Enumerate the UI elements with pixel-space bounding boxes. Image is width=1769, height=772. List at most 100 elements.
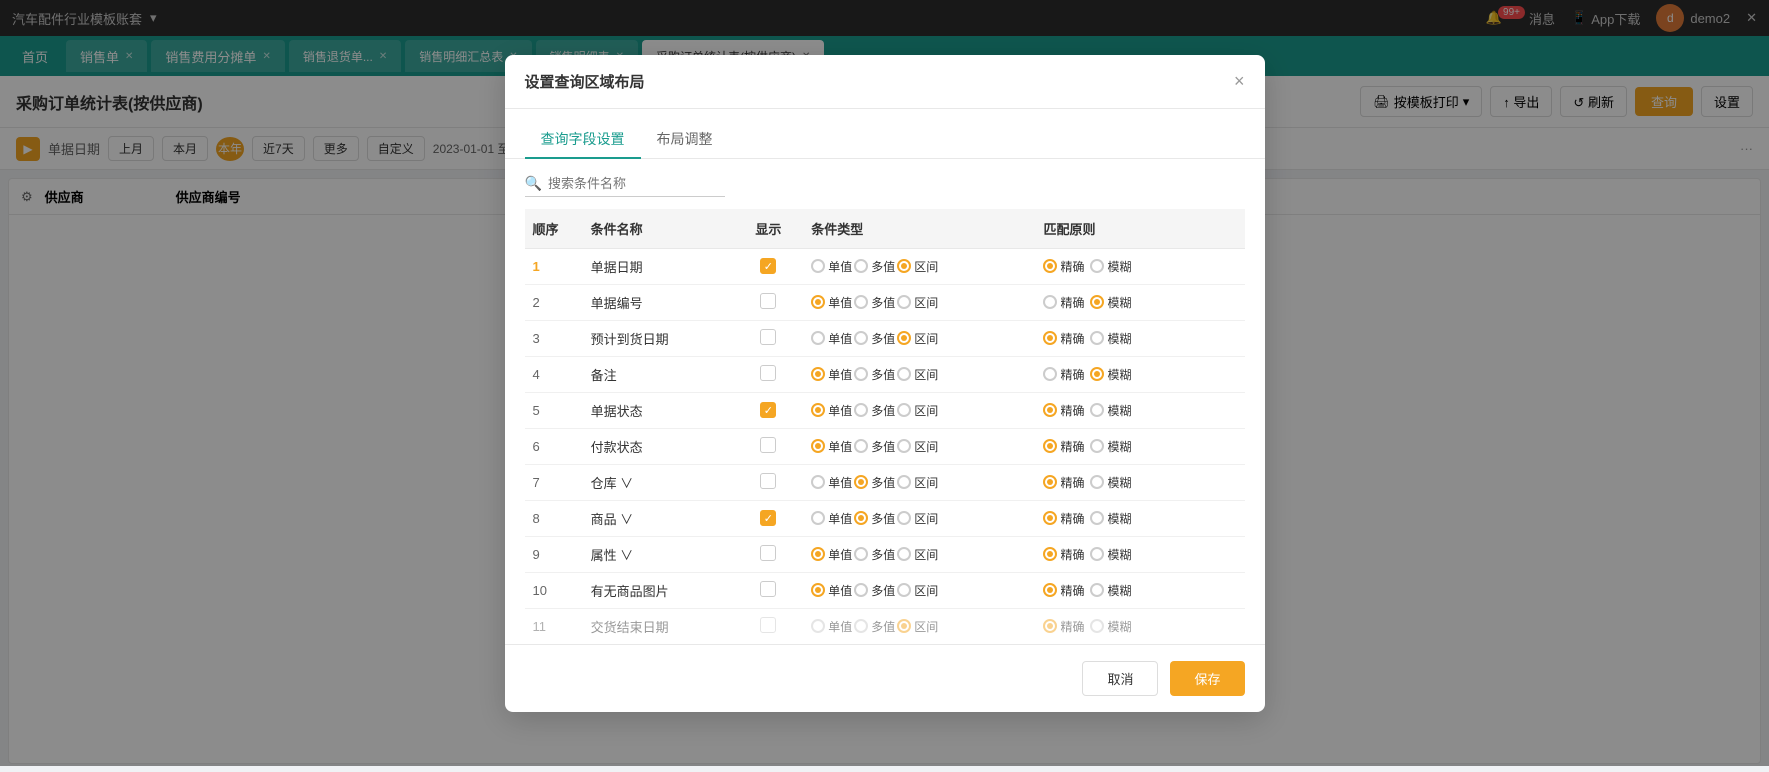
display-cell[interactable] xyxy=(734,356,804,392)
type-radio-type_range[interactable]: 区间 xyxy=(897,474,938,491)
type-radio-type_multi[interactable]: 多值 xyxy=(854,582,895,599)
type-radio-type_single[interactable]: 单值 xyxy=(811,366,852,383)
display-checkbox[interactable] xyxy=(760,545,776,561)
match-radio-match_fuzzy[interactable]: 模糊 xyxy=(1090,258,1131,275)
type-radio-type_single[interactable]: 单值 xyxy=(811,474,852,491)
radio-dot xyxy=(854,259,868,273)
condition-type-group: 单值多值区间 xyxy=(811,510,1027,527)
display-checkbox[interactable] xyxy=(760,293,776,309)
dialog-tabs: 查询字段设置 布局调整 xyxy=(505,109,1265,159)
cancel-button[interactable]: 取消 xyxy=(1082,661,1158,696)
name-cell: 仓库 ∨ xyxy=(583,464,734,500)
radio-label: 多值 xyxy=(871,618,895,635)
type-radio-type_multi[interactable]: 多值 xyxy=(854,438,895,455)
type-radio-type_multi[interactable]: 多值 xyxy=(854,366,895,383)
radio-label: 模糊 xyxy=(1107,618,1131,635)
type-radio-type_multi[interactable]: 多值 xyxy=(854,294,895,311)
display-checkbox[interactable] xyxy=(760,581,776,597)
display-checkbox[interactable] xyxy=(760,617,776,633)
match-radio-match_fuzzy[interactable]: 模糊 xyxy=(1090,294,1131,311)
radio-label: 单值 xyxy=(828,294,852,311)
radio-dot xyxy=(811,511,825,525)
display-cell[interactable] xyxy=(734,428,804,464)
type-radio-type_range[interactable]: 区间 xyxy=(897,402,938,419)
display-cell[interactable] xyxy=(734,464,804,500)
display-cell[interactable] xyxy=(734,320,804,356)
type-radio-type_single[interactable]: 单值 xyxy=(811,330,852,347)
match-radio-match_exact[interactable]: 精确 xyxy=(1043,582,1084,599)
type-radio-type_single[interactable]: 单值 xyxy=(811,582,852,599)
type-radio-type_single[interactable]: 单值 xyxy=(811,294,852,311)
match-radio-match_exact[interactable]: 精确 xyxy=(1043,366,1084,383)
match-radio-match_fuzzy[interactable]: 模糊 xyxy=(1090,474,1131,491)
type-radio-type_multi[interactable]: 多值 xyxy=(854,618,895,635)
type-radio-type_multi[interactable]: 多值 xyxy=(854,402,895,419)
match-radio-match_exact[interactable]: 精确 xyxy=(1043,546,1084,563)
type-radio-type_single[interactable]: 单值 xyxy=(811,546,852,563)
match-radio-match_fuzzy[interactable]: 模糊 xyxy=(1090,438,1131,455)
type-cell: 单值多值区间 xyxy=(803,320,1035,356)
type-radio-type_range[interactable]: 区间 xyxy=(897,618,938,635)
tab-query-fields[interactable]: 查询字段设置 xyxy=(525,121,641,159)
save-button[interactable]: 保存 xyxy=(1170,661,1244,696)
radio-dot xyxy=(1090,583,1104,597)
match-radio-match_fuzzy[interactable]: 模糊 xyxy=(1090,618,1131,635)
type-radio-type_multi[interactable]: 多值 xyxy=(854,258,895,275)
type-radio-type_range[interactable]: 区间 xyxy=(897,510,938,527)
radio-label: 模糊 xyxy=(1107,294,1131,311)
match-radio-match_exact[interactable]: 精确 xyxy=(1043,510,1084,527)
display-cell[interactable] xyxy=(734,536,804,572)
match-radio-match_fuzzy[interactable]: 模糊 xyxy=(1090,582,1131,599)
display-checkbox[interactable] xyxy=(760,402,776,418)
match-radio-match_exact[interactable]: 精确 xyxy=(1043,438,1084,455)
tab-layout[interactable]: 布局调整 xyxy=(641,121,729,159)
search-input[interactable] xyxy=(548,176,708,191)
display-cell[interactable] xyxy=(734,500,804,536)
match-radio-match_exact[interactable]: 精确 xyxy=(1043,258,1084,275)
display-cell[interactable] xyxy=(734,572,804,608)
type-radio-type_range[interactable]: 区间 xyxy=(897,438,938,455)
display-checkbox[interactable] xyxy=(760,473,776,489)
type-radio-type_range[interactable]: 区间 xyxy=(897,330,938,347)
type-radio-type_multi[interactable]: 多值 xyxy=(854,546,895,563)
display-checkbox[interactable] xyxy=(760,437,776,453)
match-radio-match_exact[interactable]: 精确 xyxy=(1043,474,1084,491)
type-radio-type_range[interactable]: 区间 xyxy=(897,294,938,311)
match-radio-match_fuzzy[interactable]: 模糊 xyxy=(1090,330,1131,347)
radio-label: 区间 xyxy=(914,474,938,491)
display-checkbox[interactable] xyxy=(760,365,776,381)
radio-label: 精确 xyxy=(1060,330,1084,347)
type-radio-type_range[interactable]: 区间 xyxy=(897,258,938,275)
match-radio-match_exact[interactable]: 精确 xyxy=(1043,330,1084,347)
match-radio-match_fuzzy[interactable]: 模糊 xyxy=(1090,366,1131,383)
display-checkbox[interactable] xyxy=(760,258,776,274)
display-checkbox[interactable] xyxy=(760,329,776,345)
display-cell[interactable] xyxy=(734,284,804,320)
type-radio-type_single[interactable]: 单值 xyxy=(811,258,852,275)
match-radio-match_exact[interactable]: 精确 xyxy=(1043,618,1084,635)
display-cell[interactable] xyxy=(734,608,804,644)
type-radio-type_multi[interactable]: 多值 xyxy=(854,474,895,491)
type-radio-type_single[interactable]: 单值 xyxy=(811,618,852,635)
dialog-body: 查询字段设置 布局调整 🔍 顺序 条 xyxy=(505,109,1265,644)
display-cell[interactable] xyxy=(734,248,804,284)
display-checkbox[interactable] xyxy=(760,510,776,526)
type-radio-type_range[interactable]: 区间 xyxy=(897,546,938,563)
match-radio-match_exact[interactable]: 精确 xyxy=(1043,294,1084,311)
match-cell: 精确模糊 xyxy=(1035,356,1244,392)
type-radio-type_multi[interactable]: 多值 xyxy=(854,510,895,527)
match-radio-match_fuzzy[interactable]: 模糊 xyxy=(1090,510,1131,527)
type-radio-type_range[interactable]: 区间 xyxy=(897,582,938,599)
match-radio-match_fuzzy[interactable]: 模糊 xyxy=(1090,402,1131,419)
type-radio-type_single[interactable]: 单值 xyxy=(811,510,852,527)
display-cell[interactable] xyxy=(734,392,804,428)
type-radio-type_single[interactable]: 单值 xyxy=(811,402,852,419)
type-radio-type_range[interactable]: 区间 xyxy=(897,366,938,383)
dialog-close-button[interactable]: × xyxy=(1234,72,1245,90)
conditions-table: 顺序 条件名称 显示 条件类型 匹配原则 1单据日期单值多值区间精确模糊2单据编… xyxy=(525,209,1245,644)
type-radio-type_multi[interactable]: 多值 xyxy=(854,330,895,347)
type-radio-type_single[interactable]: 单值 xyxy=(811,438,852,455)
match-radio-match_fuzzy[interactable]: 模糊 xyxy=(1090,546,1131,563)
match-radio-match_exact[interactable]: 精确 xyxy=(1043,402,1084,419)
name-cell: 预计到货日期 xyxy=(583,320,734,356)
